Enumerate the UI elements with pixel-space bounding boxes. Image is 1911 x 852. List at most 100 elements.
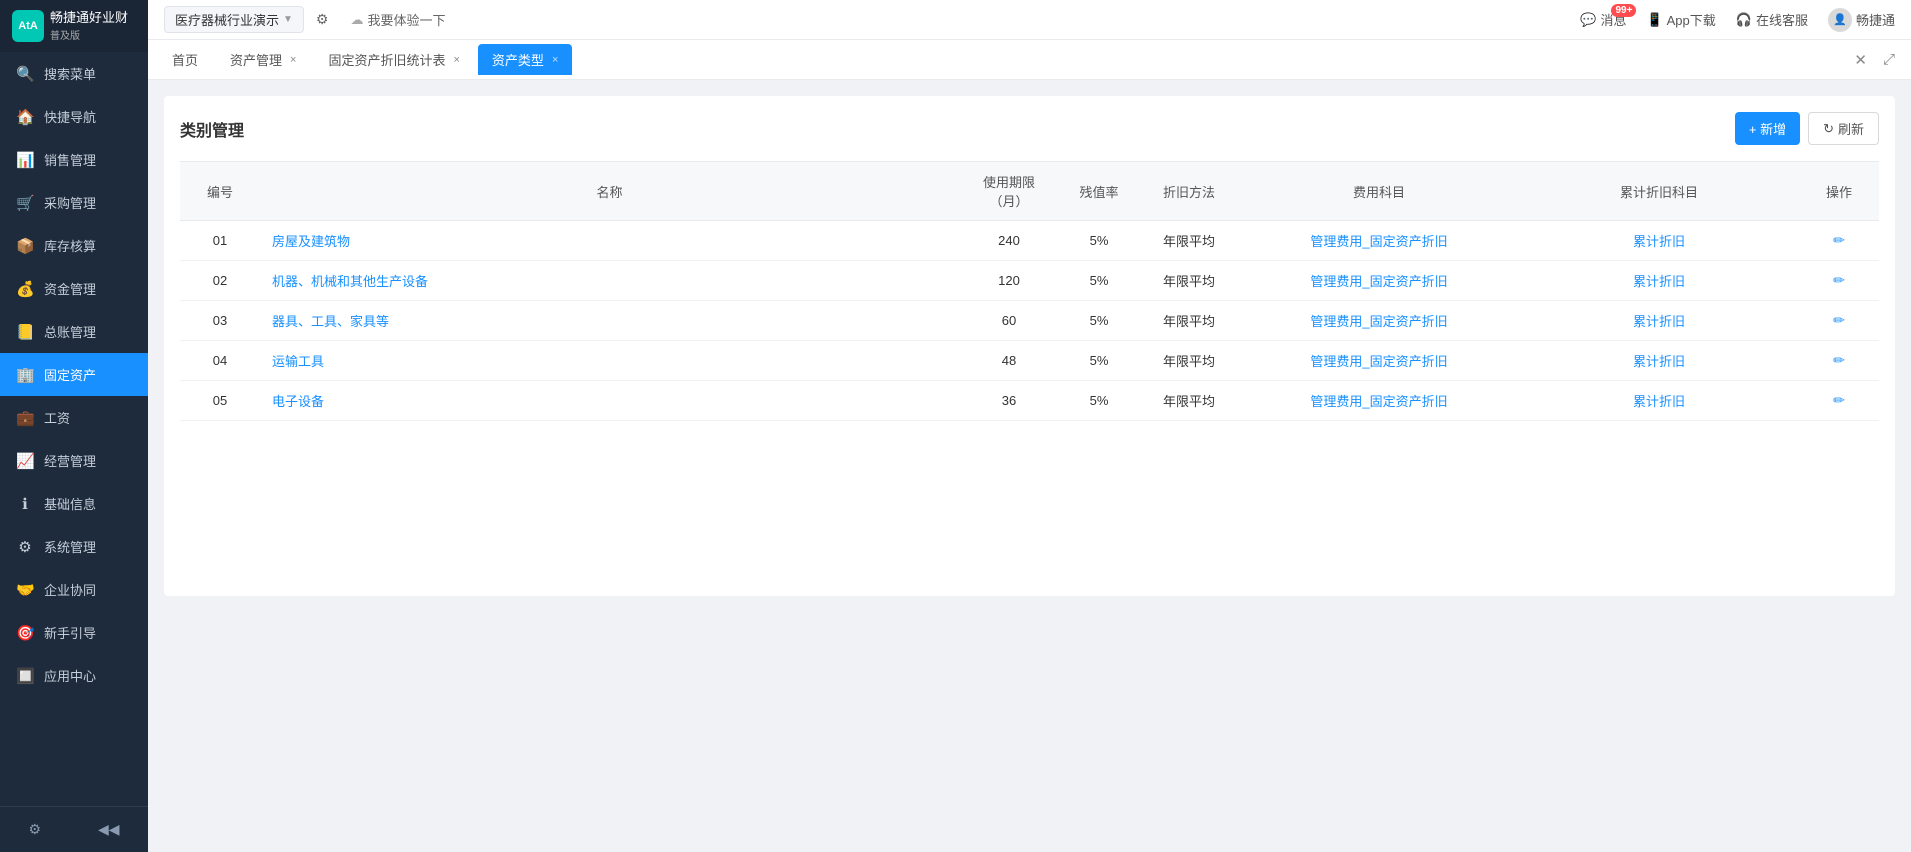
- cell-id-2: 03: [180, 301, 260, 341]
- sidebar-item-销售管理[interactable]: 📊销售管理: [0, 138, 148, 181]
- refresh-label: 刷新: [1838, 119, 1864, 138]
- company-selector[interactable]: 医疗器械行业演示 ▼: [164, 6, 304, 33]
- sidebar-icon-12: 🤝: [16, 581, 34, 599]
- tab-资产类型[interactable]: 资产类型 ×: [478, 44, 572, 75]
- table-header: 编号名称使用期限（月）残值率折旧方法费用科目累计折旧科目操作: [180, 162, 1879, 221]
- tab-label-1: 资产管理: [230, 50, 282, 69]
- settings-icon[interactable]: ⚙: [20, 817, 49, 842]
- tab-close-1[interactable]: ×: [290, 54, 296, 66]
- collapse-icon[interactable]: ◀◀: [90, 817, 128, 842]
- refresh-button[interactable]: ↻ 刷新: [1808, 112, 1879, 145]
- messages-badge: 99+: [1611, 4, 1636, 17]
- sidebar-item-采购管理[interactable]: 🛒 采购管理: [0, 181, 148, 224]
- table-row: 01房屋及建筑物2405%年限平均管理费用_固定资产折旧累计折旧✏: [180, 221, 1879, 261]
- sidebar-label-4: 库存核算: [44, 236, 96, 255]
- cell-period-0: 240: [959, 221, 1059, 261]
- cell-id-0: 01: [180, 221, 260, 261]
- tab-label-3: 资产类型: [492, 50, 544, 69]
- th-名称: 名称: [260, 162, 959, 221]
- cell-accum-1: 累计折旧: [1519, 261, 1799, 301]
- cell-method-4: 年限平均: [1139, 381, 1239, 421]
- cell-expense-2: 管理费用_固定资产折旧: [1239, 301, 1519, 341]
- tab-首页[interactable]: 首页: [158, 44, 212, 75]
- new-button[interactable]: + 新增: [1735, 112, 1800, 145]
- sidebar-label-13: 新手引导: [44, 623, 96, 642]
- app-download-btn[interactable]: 📱 App下载: [1646, 10, 1715, 29]
- sidebar-label-14: 应用中心: [44, 666, 96, 685]
- table-row: 03器具、工具、家具等605%年限平均管理费用_固定资产折旧累计折旧✏: [180, 301, 1879, 341]
- headset-icon: 🎧: [1736, 12, 1752, 28]
- th-操作: 操作: [1799, 162, 1879, 221]
- close-tab-icon[interactable]: ✕: [1848, 47, 1873, 73]
- cell-id-1: 02: [180, 261, 260, 301]
- app-name-block: 畅捷通好业财 普及版: [50, 10, 128, 42]
- user-name: 畅捷通: [1856, 10, 1895, 29]
- sidebar-label-9: 经营管理: [44, 451, 96, 470]
- tab-label-0: 首页: [172, 50, 198, 69]
- app-logo-icon: AtA: [12, 10, 44, 42]
- cell-accum-3: 累计折旧: [1519, 341, 1799, 381]
- edit-icon-0[interactable]: ✏: [1833, 232, 1845, 248]
- tab-close-2[interactable]: ×: [453, 54, 459, 66]
- tab-固定资产折旧统计表[interactable]: 固定资产折旧统计表×: [314, 44, 473, 75]
- th-费用科目: 费用科目: [1239, 162, 1519, 221]
- cell-accum-4: 累计折旧: [1519, 381, 1799, 421]
- sidebar-item-搜索菜单[interactable]: 🔍 搜索菜单: [0, 52, 148, 95]
- tab-close-3[interactable]: ×: [552, 54, 558, 66]
- cell-name-2: 器具、工具、家具等: [260, 301, 959, 341]
- sidebar-item-企业协同[interactable]: 🤝 企业协同: [0, 568, 148, 611]
- sidebar-item-资金管理[interactable]: 💰资金管理: [0, 267, 148, 310]
- sidebar-item-经营管理[interactable]: 📈经营管理: [0, 439, 148, 482]
- sidebar-item-库存核算[interactable]: 📦库存核算: [0, 224, 148, 267]
- sidebar-item-系统管理[interactable]: ⚙系统管理: [0, 525, 148, 568]
- sidebar-item-新手引导[interactable]: 🎯新手引导: [0, 611, 148, 654]
- cell-name-3: 运输工具: [260, 341, 959, 381]
- sidebar-item-应用中心[interactable]: 🔲 应用中心: [0, 654, 148, 697]
- refresh-icon: ↻: [1823, 121, 1834, 137]
- experience-label: 我要体验一下: [367, 10, 445, 29]
- maximize-icon[interactable]: ⤢: [1877, 47, 1901, 73]
- sidebar-label-11: 系统管理: [44, 537, 96, 556]
- sidebar-item-固定资产[interactable]: 🏢固定资产: [0, 353, 148, 396]
- cell-action-1[interactable]: ✏: [1799, 261, 1879, 301]
- customer-service-btn[interactable]: 🎧 在线客服: [1736, 10, 1808, 29]
- sidebar-icon-3: 🛒: [16, 194, 34, 212]
- topbar: 医疗器械行业演示 ▼ ⚙ ☁ 我要体验一下 💬 消息 99+ 📱 App下载 🎧…: [148, 0, 1911, 40]
- avatar: 👤: [1828, 8, 1852, 32]
- sidebar-label-5: 资金管理: [44, 279, 96, 298]
- sidebar-item-总账管理[interactable]: 📒总账管理: [0, 310, 148, 353]
- tab-资产管理[interactable]: 资产管理 ×: [216, 44, 310, 75]
- cell-expense-1: 管理费用_固定资产折旧: [1239, 261, 1519, 301]
- experience-btn[interactable]: ☁ 我要体验一下: [340, 6, 455, 33]
- cell-action-3[interactable]: ✏: [1799, 341, 1879, 381]
- sidebar-item-快捷导航[interactable]: 🏠快捷导航: [0, 95, 148, 138]
- sidebar-label-3: 采购管理: [44, 193, 96, 212]
- edit-icon-3[interactable]: ✏: [1833, 352, 1845, 368]
- th-折旧方法: 折旧方法: [1139, 162, 1239, 221]
- sidebar-item-工资[interactable]: 💼工资: [0, 396, 148, 439]
- cell-accum-2: 累计折旧: [1519, 301, 1799, 341]
- sidebar-icon-14: 🔲: [16, 667, 34, 685]
- cell-action-0[interactable]: ✏: [1799, 221, 1879, 261]
- table-body: 01房屋及建筑物2405%年限平均管理费用_固定资产折旧累计折旧✏02机器、机械…: [180, 221, 1879, 421]
- edit-icon-1[interactable]: ✏: [1833, 272, 1845, 288]
- edit-icon-2[interactable]: ✏: [1833, 312, 1845, 328]
- cell-period-1: 120: [959, 261, 1059, 301]
- app-name: 畅捷通好业财: [50, 10, 128, 27]
- cell-action-2[interactable]: ✏: [1799, 301, 1879, 341]
- messages-btn[interactable]: 💬 消息 99+: [1580, 10, 1626, 29]
- cell-residual-2: 5%: [1059, 301, 1139, 341]
- sidebar-icon-0: 🔍: [16, 65, 34, 83]
- settings-gear-icon[interactable]: ⚙: [312, 7, 333, 32]
- sidebar-label-6: 总账管理: [44, 322, 96, 341]
- cell-residual-3: 5%: [1059, 341, 1139, 381]
- sidebar-label-12: 企业协同: [44, 580, 96, 599]
- sidebar-label-0: 搜索菜单: [44, 64, 96, 83]
- sidebar-icon-10: ℹ: [16, 495, 34, 513]
- page-title: 类别管理: [180, 117, 244, 141]
- edit-icon-4[interactable]: ✏: [1833, 392, 1845, 408]
- sidebar-item-基础信息[interactable]: ℹ基础信息: [0, 482, 148, 525]
- cell-action-4[interactable]: ✏: [1799, 381, 1879, 421]
- user-profile-btn[interactable]: 👤 畅捷通: [1828, 8, 1895, 32]
- th-残值率: 残值率: [1059, 162, 1139, 221]
